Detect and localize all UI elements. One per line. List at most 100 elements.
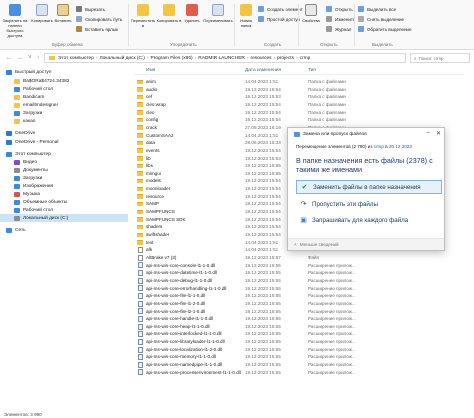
file-row[interactable]: api-ms-win-core-file-l1-2-0.dll 19.12.202…	[134, 300, 464, 308]
replace-files-option[interactable]: ✔ Заменить файлы в папке назначения	[296, 180, 442, 194]
pin-quick-access-button[interactable]: Закрепить на панели быстрого доступа	[2, 4, 28, 38]
up-arrow-icon[interactable]: ↑	[37, 55, 40, 61]
search-box[interactable]: ⌕ Поиск: crmp	[410, 53, 470, 63]
column-header-date[interactable]: Дата изменения	[245, 68, 281, 73]
paste-button[interactable]: Вставить	[54, 4, 72, 23]
edit-button[interactable]: Изменить	[326, 16, 355, 22]
minimize-icon[interactable]: –	[427, 130, 430, 137]
breadcrumb-item[interactable]: Program Files (x86)	[151, 56, 193, 61]
breadcrumb-chevron-icon[interactable]: ›	[96, 56, 98, 61]
video-icon	[14, 159, 20, 165]
nav-item[interactable]: Этот компьютер	[0, 150, 51, 158]
forward-arrow-icon[interactable]: →	[17, 55, 23, 61]
history-button[interactable]: Журнал	[326, 26, 351, 32]
file-row[interactable]: api-ms-win-core-libraryloader-l1-1-0.dll…	[134, 338, 464, 346]
new-folder-button[interactable]: Новая папка	[236, 4, 256, 28]
nav-item[interactable]: Ba$ORa$4724.34382	[0, 77, 69, 85]
nav-item[interactable]: Загрузки	[0, 109, 42, 117]
new-item-button[interactable]: Создать элемент	[258, 6, 303, 12]
breadcrumb-item[interactable]: RADMIR LAUNCHER	[198, 56, 245, 61]
file-row[interactable]: api-ms-win-core-errorhandling-l1-1-0.dll…	[134, 285, 464, 293]
delete-button[interactable]: Удалить	[182, 4, 202, 23]
destination-folder-link[interactable]: 20.12.2023	[389, 144, 412, 149]
source-folder-link[interactable]: crmp	[374, 144, 384, 149]
breadcrumb-item[interactable]: Локальный диск (C:)	[99, 56, 144, 61]
nav-item[interactable]: emailtmdesigner	[0, 101, 58, 109]
file-row[interactable]: api-ms-win-core-processenvironment-l1-1-…	[134, 369, 464, 377]
nav-item[interactable]: Изображения	[0, 182, 53, 190]
nav-item[interactable]: Документы	[0, 166, 48, 174]
decide-each-file-option[interactable]: ▣ Запрашивать для каждого файла	[296, 213, 442, 227]
rename-button[interactable]: Переименовать	[203, 4, 233, 23]
copy-path-button[interactable]: Скопировать путь	[76, 16, 122, 22]
nav-item[interactable]: Рабочий стол	[0, 85, 53, 93]
skip-files-option[interactable]: ↷ Пропустить эти файлы	[296, 197, 442, 211]
back-arrow-icon[interactable]: ←	[6, 55, 12, 61]
nav-item[interactable]: Музыка	[0, 190, 40, 198]
breadcrumb-chevron-icon[interactable]: ›	[247, 56, 249, 61]
file-row[interactable]: cleo:wrap 19.12.2023 15:54 Папка с файлами	[134, 101, 464, 109]
paste-shortcut-button[interactable]: Вставить ярлык	[76, 26, 118, 32]
nav-item[interactable]: какао	[0, 117, 35, 125]
file-row[interactable]: api-ms-win-core-datetime-l1-1-0.dll 19.12…	[134, 269, 464, 277]
nav-item-label: Рабочий стол	[23, 207, 54, 213]
file-row[interactable]: audio 19.12.2023 15:54 Папка с файлами	[134, 86, 464, 94]
file-row[interactable]: anim 14.04.2023 1:51 Папка с файлами	[134, 78, 464, 86]
invert-selection-button[interactable]: Обратить выделение	[358, 26, 411, 32]
column-header-type[interactable]: Тип	[308, 68, 316, 73]
file-row[interactable]: api-ms-win-core-interlocked-l1-1-0.dll 19…	[134, 330, 464, 338]
nav-item[interactable]: Загрузки	[0, 174, 42, 182]
nav-item[interactable]: Локальный диск (C:)	[0, 214, 128, 222]
file-row[interactable]: api-ms-win-core-namedpipe-l1-1-0.dll 19.1…	[134, 361, 464, 369]
file-row[interactable]: api-ms-win-core-console-l1-1-0.dll 19.12.…	[134, 262, 464, 270]
nav-item[interactable]: Рабочий стол	[0, 206, 53, 214]
nav-item[interactable]: OneDrive	[0, 129, 35, 137]
folder-icon	[137, 117, 143, 123]
file-row[interactable]: api-ms-win-core-file-l2-1-0.dll 19.12.202…	[134, 308, 464, 316]
nav-item[interactable]: Объемные объекты	[0, 198, 67, 206]
copy-button[interactable]: Копировать	[31, 4, 53, 23]
breadcrumb-item[interactable]: crmp	[300, 56, 311, 61]
file-row[interactable]: api-ms-win-core-heap-l1-1-0.dll 19.12.202…	[134, 323, 464, 331]
fewer-details-toggle[interactable]: ˄ Меньше сведений	[288, 238, 444, 250]
address-bar[interactable]: Этот компьютер › Локальный диск (C:) › Progr…	[44, 53, 406, 63]
dll-file-icon	[137, 270, 143, 277]
file-row[interactable]: api-ms-win-core-handle-l1-1-0.dll 19.12.2…	[134, 315, 464, 323]
nav-item[interactable]: Сеть	[0, 226, 26, 234]
file-row[interactable]: config 19.12.2023 15:54 Папка с файлами	[134, 116, 464, 124]
file-type: Расширение прилож...	[308, 308, 356, 314]
file-row[interactable]: api-ms-win-core-file-l1-1-0.dll 19.12.202…	[134, 292, 464, 300]
file-type: Расширение прилож...	[308, 300, 356, 306]
nav-item-label: Загрузки	[23, 175, 43, 181]
file-row[interactable]: api-ms-win-core-localization-l1-2-0.dll 1…	[134, 346, 464, 354]
nav-item[interactable]: Видео	[0, 158, 37, 166]
breadcrumb-chevron-icon[interactable]: ›	[147, 56, 149, 61]
nav-item[interactable]: Bandicam	[0, 93, 44, 101]
breadcrumb-chevron-icon[interactable]: ›	[195, 56, 197, 61]
file-row[interactable]: api-ms-win-core-memory-l1-1-0.dll 19.12.2…	[134, 353, 464, 361]
file-row[interactable]: AltBrake.v7 (3) 19.12.2023 15:57 Файл	[134, 254, 464, 262]
folder-icon	[137, 94, 143, 100]
breadcrumb-item[interactable]: Этот компьютер	[58, 56, 94, 61]
breadcrumb-chevron-icon[interactable]: ›	[274, 56, 276, 61]
select-all-button[interactable]: Выделить все	[358, 6, 396, 12]
nav-item[interactable]: Быстрый доступ	[0, 68, 51, 76]
file-row[interactable]: cleo 19.12.2023 15:54 Папка с файлами	[134, 109, 464, 117]
open-button[interactable]: Открыть	[326, 6, 353, 12]
easy-access-button[interactable]: Простой доступ	[258, 16, 300, 22]
cut-button[interactable]: Вырезать	[76, 6, 105, 12]
file-row[interactable]: cef 19.12.2023 15:53 Папка с файлами	[134, 93, 464, 101]
move-to-button[interactable]: Переместить в	[130, 4, 156, 28]
file-row[interactable]: api-ms-win-core-debug-l1-1-0.dll 19.12.20…	[134, 277, 464, 285]
breadcrumb-chevron-icon[interactable]: ›	[296, 56, 298, 61]
close-icon[interactable]: ✕	[436, 130, 441, 137]
nav-item-label: emailtmdesigner	[23, 102, 59, 108]
breadcrumb-item[interactable]: projects	[277, 56, 294, 61]
breadcrumb-item[interactable]: resources	[251, 56, 272, 61]
nav-item[interactable]: OneDrive - Personal	[0, 138, 58, 146]
select-none-button[interactable]: Снять выделение	[358, 16, 404, 22]
column-header-name[interactable]: Имя	[146, 68, 155, 73]
properties-button[interactable]: Свойства	[300, 4, 322, 23]
copy-to-button[interactable]: Копировать в	[156, 4, 182, 23]
recent-chevron-icon[interactable]: ˅	[28, 55, 32, 61]
